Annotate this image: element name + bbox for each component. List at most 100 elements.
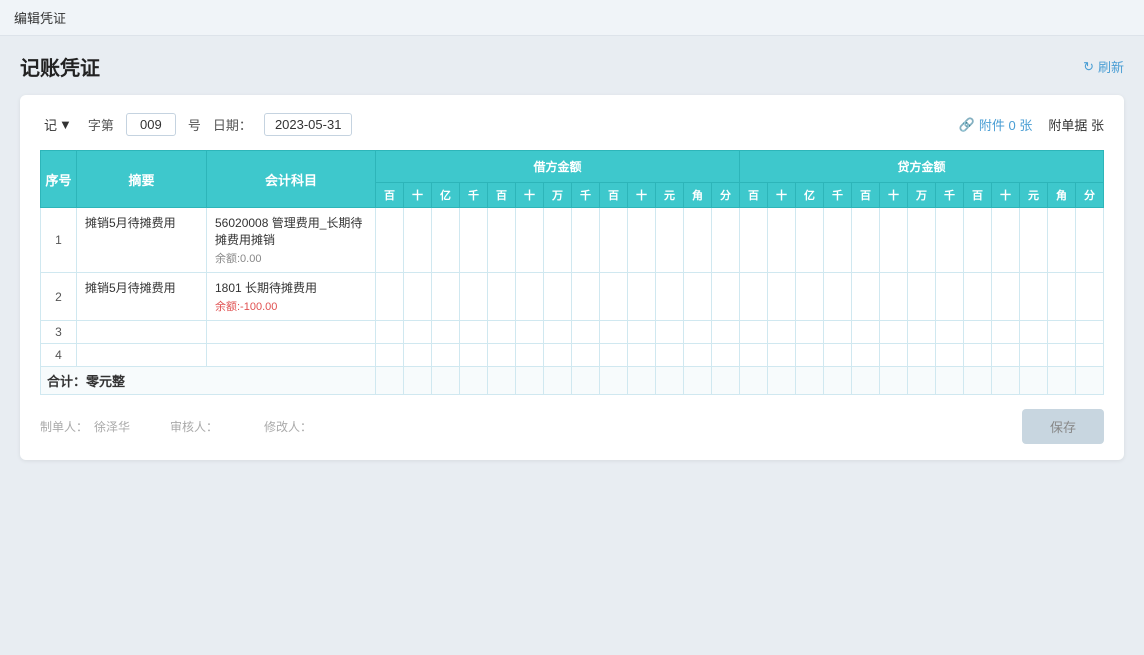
row1-c9[interactable] (964, 208, 992, 273)
row3-c6[interactable] (880, 321, 908, 344)
row4-d10[interactable] (628, 344, 656, 367)
row2-c3[interactable] (796, 273, 824, 321)
row2-c1[interactable] (740, 273, 768, 321)
row3-c5[interactable] (852, 321, 880, 344)
row1-summary[interactable]: 摊销5月待摊费用 (77, 208, 207, 273)
row3-d8[interactable] (572, 321, 600, 344)
row1-d7[interactable] (544, 208, 572, 273)
row4-d11[interactable] (656, 344, 684, 367)
row3-d10[interactable] (628, 321, 656, 344)
row1-c5[interactable] (852, 208, 880, 273)
row4-c3[interactable] (796, 344, 824, 367)
row1-d3[interactable] (432, 208, 460, 273)
row1-d1[interactable] (376, 208, 404, 273)
refresh-button[interactable]: ↻ 刷新 (1083, 57, 1124, 76)
row1-c7[interactable] (908, 208, 936, 273)
row4-d9[interactable] (600, 344, 628, 367)
row2-d9[interactable] (600, 273, 628, 321)
row4-c9[interactable] (964, 344, 992, 367)
row3-c1[interactable] (740, 321, 768, 344)
row2-c8[interactable] (936, 273, 964, 321)
row2-c12[interactable] (1048, 273, 1076, 321)
row3-d9[interactable] (600, 321, 628, 344)
row2-d5[interactable] (488, 273, 516, 321)
row4-d8[interactable] (572, 344, 600, 367)
row1-d13[interactable] (712, 208, 740, 273)
row4-c1[interactable] (740, 344, 768, 367)
row3-c4[interactable] (824, 321, 852, 344)
row3-c12[interactable] (1048, 321, 1076, 344)
row3-c13[interactable] (1076, 321, 1104, 344)
row3-d5[interactable] (488, 321, 516, 344)
row3-d13[interactable] (712, 321, 740, 344)
row4-d7[interactable] (544, 344, 572, 367)
row3-c11[interactable] (1020, 321, 1048, 344)
row1-c11[interactable] (1020, 208, 1048, 273)
row2-d11[interactable] (656, 273, 684, 321)
row4-c13[interactable] (1076, 344, 1104, 367)
date-input[interactable]: 2023-05-31 (264, 113, 353, 136)
row4-c6[interactable] (880, 344, 908, 367)
row3-c2[interactable] (768, 321, 796, 344)
row1-c4[interactable] (824, 208, 852, 273)
row1-c3[interactable] (796, 208, 824, 273)
row4-d1[interactable] (376, 344, 404, 367)
row4-c10[interactable] (992, 344, 1020, 367)
row3-c3[interactable] (796, 321, 824, 344)
row2-d6[interactable] (516, 273, 544, 321)
row2-account[interactable]: 1801 长期待摊费用 余额:-100.00 (207, 273, 376, 321)
row1-c13[interactable] (1076, 208, 1104, 273)
row2-c2[interactable] (768, 273, 796, 321)
row4-d2[interactable] (404, 344, 432, 367)
row2-d2[interactable] (404, 273, 432, 321)
row1-d11[interactable] (656, 208, 684, 273)
row1-d4[interactable] (460, 208, 488, 273)
row3-d3[interactable] (432, 321, 460, 344)
row4-d12[interactable] (684, 344, 712, 367)
row2-c9[interactable] (964, 273, 992, 321)
row1-c10[interactable] (992, 208, 1020, 273)
row2-c4[interactable] (824, 273, 852, 321)
row1-d6[interactable] (516, 208, 544, 273)
row2-c11[interactable] (1020, 273, 1048, 321)
row1-d9[interactable] (600, 208, 628, 273)
row1-d12[interactable] (684, 208, 712, 273)
row4-c12[interactable] (1048, 344, 1076, 367)
row1-d2[interactable] (404, 208, 432, 273)
row1-account[interactable]: 56020008 管理费用_长期待摊费用摊销 余额:0.00 (207, 208, 376, 273)
row4-d13[interactable] (712, 344, 740, 367)
row3-d6[interactable] (516, 321, 544, 344)
row3-c9[interactable] (964, 321, 992, 344)
row3-summary[interactable] (77, 321, 207, 344)
row3-d4[interactable] (460, 321, 488, 344)
row4-c2[interactable] (768, 344, 796, 367)
row2-c6[interactable] (880, 273, 908, 321)
row2-d13[interactable] (712, 273, 740, 321)
row4-summary[interactable] (77, 344, 207, 367)
row1-c2[interactable] (768, 208, 796, 273)
row3-c7[interactable] (908, 321, 936, 344)
row2-c10[interactable] (992, 273, 1020, 321)
row2-c13[interactable] (1076, 273, 1104, 321)
row4-c11[interactable] (1020, 344, 1048, 367)
row3-d12[interactable] (684, 321, 712, 344)
row1-c12[interactable] (1048, 208, 1076, 273)
row1-d8[interactable] (572, 208, 600, 273)
row4-c8[interactable] (936, 344, 964, 367)
row3-d2[interactable] (404, 321, 432, 344)
row1-d5[interactable] (488, 208, 516, 273)
voucher-type-dropdown[interactable]: 记 ▼ (40, 113, 76, 136)
row3-c10[interactable] (992, 321, 1020, 344)
row3-d7[interactable] (544, 321, 572, 344)
row2-c7[interactable] (908, 273, 936, 321)
row3-d1[interactable] (376, 321, 404, 344)
row2-summary[interactable]: 摊销5月待摊费用 (77, 273, 207, 321)
row1-c8[interactable] (936, 208, 964, 273)
row4-c4[interactable] (824, 344, 852, 367)
row2-d3[interactable] (432, 273, 460, 321)
row3-d11[interactable] (656, 321, 684, 344)
row1-c1[interactable] (740, 208, 768, 273)
row1-d10[interactable] (628, 208, 656, 273)
row2-c5[interactable] (852, 273, 880, 321)
row4-c5[interactable] (852, 344, 880, 367)
